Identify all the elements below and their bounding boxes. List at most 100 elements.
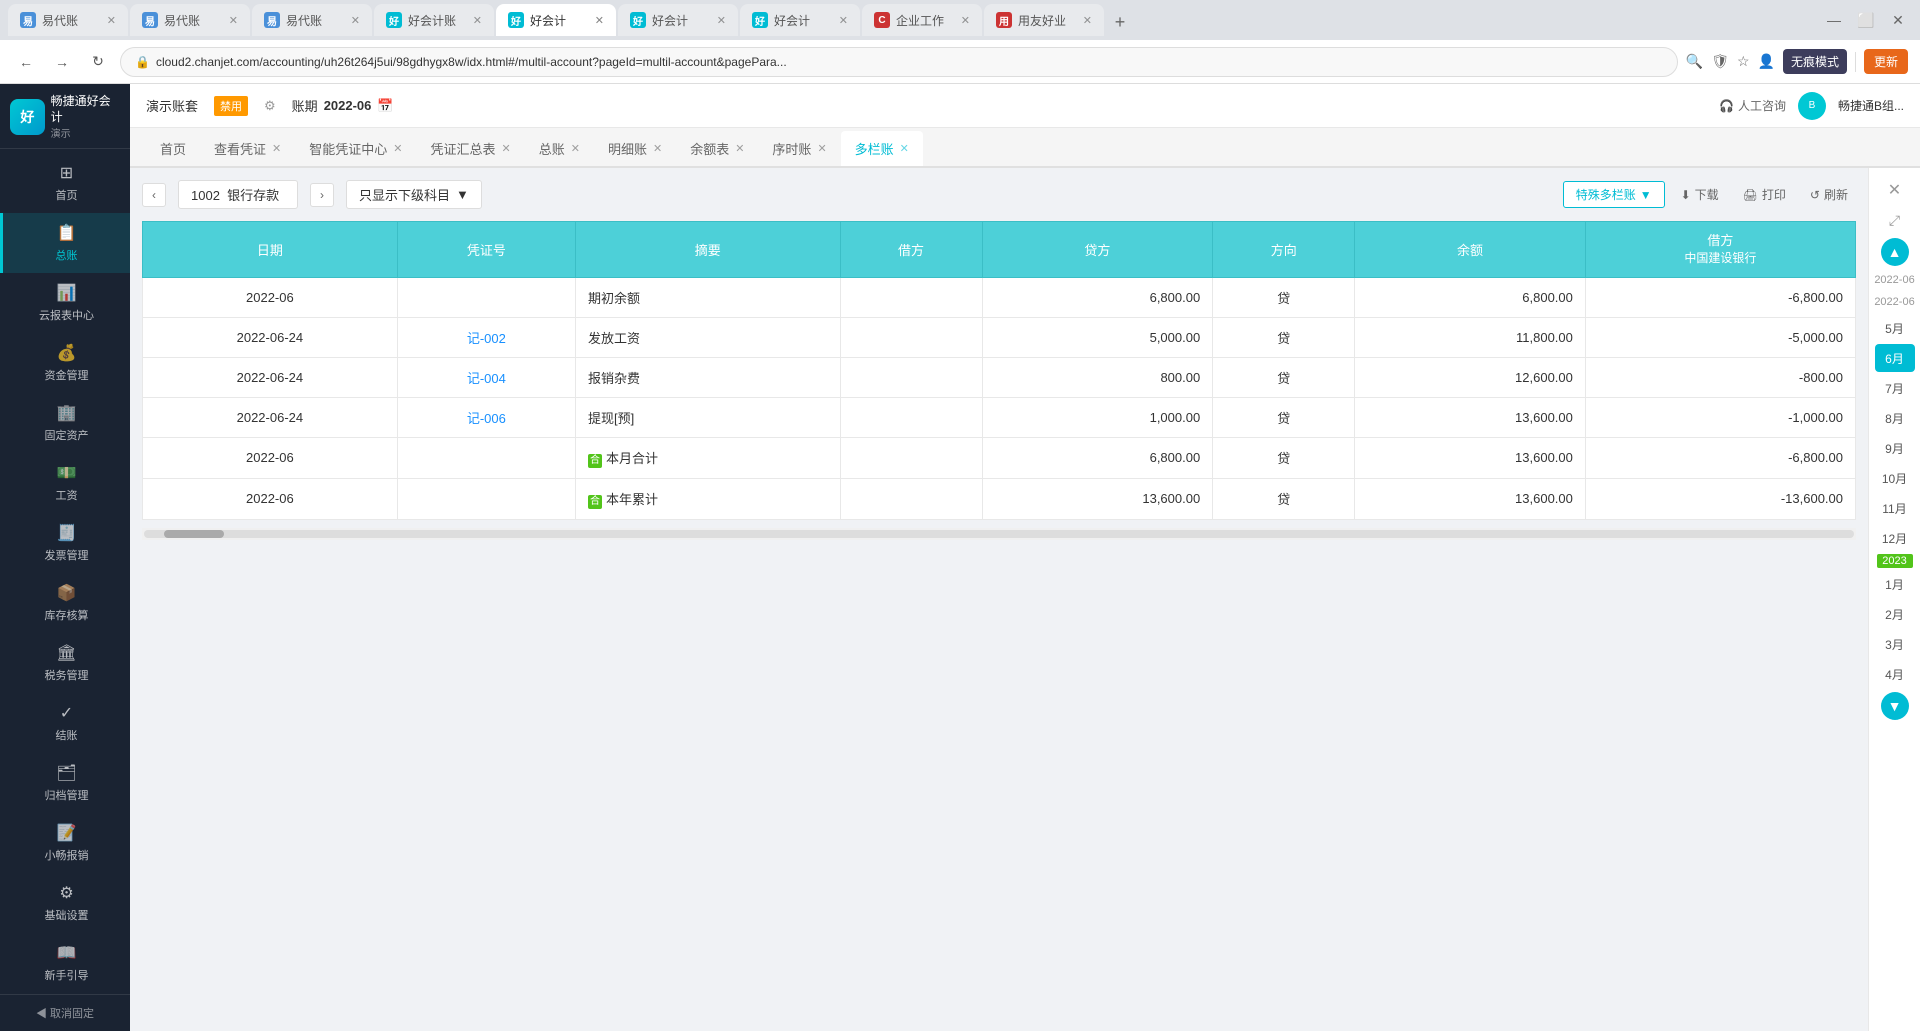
tab-detail-ledger[interactable]: 明细账 ✕	[594, 131, 676, 168]
reload-button[interactable]: ↻	[84, 48, 112, 76]
month-10[interactable]: 10月	[1875, 464, 1915, 492]
search-icon[interactable]: 🔍	[1686, 53, 1703, 70]
tab-close-voucher-summary[interactable]: ✕	[502, 142, 511, 155]
browser-tab-3[interactable]: 易 易代账 ✕	[252, 4, 372, 36]
sidebar-item-invoice[interactable]: 🧾 发票管理	[0, 513, 130, 573]
month-9[interactable]: 9月	[1875, 434, 1915, 462]
archive-icon: 🗂	[56, 763, 76, 783]
sidebar-item-ledger[interactable]: 📋 总账	[0, 213, 130, 273]
tab-close-3[interactable]: ✕	[351, 14, 360, 27]
cell-voucher[interactable]: 记-006	[397, 397, 575, 437]
account-selector[interactable]: 1002 银行存款	[178, 180, 298, 209]
close-button[interactable]: ✕	[1884, 6, 1912, 34]
tab-close-detail-ledger[interactable]: ✕	[653, 142, 662, 155]
tab-close-balance-sheet[interactable]: ✕	[735, 142, 744, 155]
settings-gear-icon[interactable]: ⚙	[264, 98, 276, 114]
tab-close-8[interactable]: ✕	[961, 14, 970, 27]
tab-close-1[interactable]: ✕	[107, 14, 116, 27]
special-multicolumn-button[interactable]: 特殊多栏账 ▼	[1563, 181, 1665, 208]
print-button[interactable]: 🖨 打印	[1735, 182, 1794, 207]
tab-chronological[interactable]: 序时账 ✕	[758, 131, 840, 168]
browser-tab-6[interactable]: 好 好会计 ✕	[618, 4, 738, 36]
sidebar-collapse-button[interactable]: ◀ 取消固定	[0, 994, 130, 1031]
tab-view-voucher[interactable]: 查看凭证 ✕	[200, 131, 295, 168]
no-trace-button[interactable]: 无痕模式	[1783, 49, 1847, 74]
browser-tab-2[interactable]: 易 易代账 ✕	[130, 4, 250, 36]
tab-close-general-ledger[interactable]: ✕	[571, 142, 580, 155]
month-12[interactable]: 12月	[1875, 524, 1915, 552]
star-icon[interactable]: ☆	[1737, 53, 1750, 70]
tab-close-9[interactable]: ✕	[1083, 14, 1092, 27]
tab-voucher-summary[interactable]: 凭证汇总表 ✕	[416, 131, 524, 168]
horizontal-scrollbar[interactable]	[142, 528, 1856, 540]
month-4-2023[interactable]: 4月	[1875, 660, 1915, 688]
tab-close-smart-voucher[interactable]: ✕	[393, 142, 402, 155]
month-8[interactable]: 8月	[1875, 404, 1915, 432]
month-11[interactable]: 11月	[1875, 494, 1915, 522]
tab-close-view-voucher[interactable]: ✕	[272, 142, 281, 155]
browser-tab-1[interactable]: 易 易代账 ✕	[8, 4, 128, 36]
voucher-link[interactable]: 记-004	[467, 371, 506, 386]
tab-close-5[interactable]: ✕	[595, 14, 604, 27]
month-6[interactable]: 6月	[1875, 344, 1915, 372]
voucher-link[interactable]: 记-002	[467, 331, 506, 346]
cell-voucher[interactable]: 记-002	[397, 317, 575, 357]
panel-close-button[interactable]: ✕	[1881, 176, 1909, 204]
new-tab-button[interactable]: +	[1106, 8, 1134, 36]
shield-icon[interactable]: 🛡	[1711, 53, 1729, 70]
sidebar-item-reports[interactable]: 📊 云报表中心	[0, 273, 130, 333]
consult-button[interactable]: 🎧 人工咨询	[1719, 97, 1786, 114]
refresh-button[interactable]: ↺ 刷新	[1802, 182, 1856, 207]
sidebar-item-home[interactable]: ⊞ 首页	[0, 153, 130, 213]
browser-tab-7[interactable]: 好 好会计 ✕	[740, 4, 860, 36]
panel-expand-button[interactable]: ⤢	[1881, 206, 1909, 234]
sidebar-item-archive[interactable]: 🗂 归档管理	[0, 753, 130, 813]
tab-close-4[interactable]: ✕	[473, 14, 482, 27]
sidebar-item-inventory[interactable]: 📦 库存核算	[0, 573, 130, 633]
back-button[interactable]: ←	[12, 48, 40, 76]
tab-close-6[interactable]: ✕	[717, 14, 726, 27]
calendar-icon[interactable]: 📅	[377, 98, 393, 114]
tab-close-2[interactable]: ✕	[229, 14, 238, 27]
sidebar-item-tax[interactable]: 🏛 税务管理	[0, 633, 130, 693]
sidebar-item-assets[interactable]: 🏢 固定资产	[0, 393, 130, 453]
tab-smart-voucher[interactable]: 智能凭证中心 ✕	[295, 131, 416, 168]
tab-close-multi-column[interactable]: ✕	[900, 142, 909, 155]
minimize-button[interactable]: —	[1820, 6, 1848, 34]
month-2-2023[interactable]: 2月	[1875, 600, 1915, 628]
filter-dropdown[interactable]: 只显示下级科目 ▼	[346, 180, 482, 209]
tab-close-7[interactable]: ✕	[839, 14, 848, 27]
scroll-down-button[interactable]: ▼	[1881, 692, 1909, 720]
sidebar-item-payroll[interactable]: 💵 工资	[0, 453, 130, 513]
browser-tab-5[interactable]: 好 好会计 ✕	[496, 4, 616, 36]
browser-tab-9[interactable]: 用 用友好业 ✕	[984, 4, 1104, 36]
scroll-up-button[interactable]: ▲	[1881, 238, 1909, 266]
update-button[interactable]: 更新	[1864, 49, 1908, 74]
tab-close-chronological[interactable]: ✕	[817, 142, 826, 155]
scrollbar-thumb[interactable]	[164, 530, 224, 538]
month-1-2023[interactable]: 1月	[1875, 570, 1915, 598]
profile-icon[interactable]: 👤	[1758, 53, 1775, 70]
sidebar-item-funds[interactable]: 💰 资金管理	[0, 333, 130, 393]
sidebar-item-guide[interactable]: 📖 新手引导	[0, 933, 130, 993]
address-bar[interactable]: 🔒 cloud2.chanjet.com/accounting/uh26t264…	[120, 47, 1678, 77]
month-3-2023[interactable]: 3月	[1875, 630, 1915, 658]
tab-balance-sheet[interactable]: 余额表 ✕	[676, 131, 758, 168]
month-5[interactable]: 5月	[1875, 314, 1915, 342]
sidebar-item-settings[interactable]: ⚙ 基础设置	[0, 873, 130, 933]
sidebar-item-expense[interactable]: 📝 小畅报销	[0, 813, 130, 873]
tab-multi-column[interactable]: 多栏账 ✕	[841, 131, 923, 168]
cell-voucher[interactable]: 记-004	[397, 357, 575, 397]
sidebar-item-close-accounts[interactable]: ✓ 结账	[0, 693, 130, 753]
browser-tab-4[interactable]: 好 好会计账 ✕	[374, 4, 494, 36]
month-7[interactable]: 7月	[1875, 374, 1915, 402]
tab-home[interactable]: 首页	[146, 131, 200, 168]
download-button[interactable]: ⬇ 下载	[1673, 182, 1727, 207]
next-account-button[interactable]: ›	[310, 183, 334, 207]
maximize-button[interactable]: ⬜	[1852, 6, 1880, 34]
browser-tab-8[interactable]: C 企业工作 ✕	[862, 4, 982, 36]
forward-button[interactable]: →	[48, 48, 76, 76]
tab-general-ledger[interactable]: 总账 ✕	[525, 131, 594, 168]
prev-account-button[interactable]: ‹	[142, 183, 166, 207]
voucher-link[interactable]: 记-006	[467, 411, 506, 426]
